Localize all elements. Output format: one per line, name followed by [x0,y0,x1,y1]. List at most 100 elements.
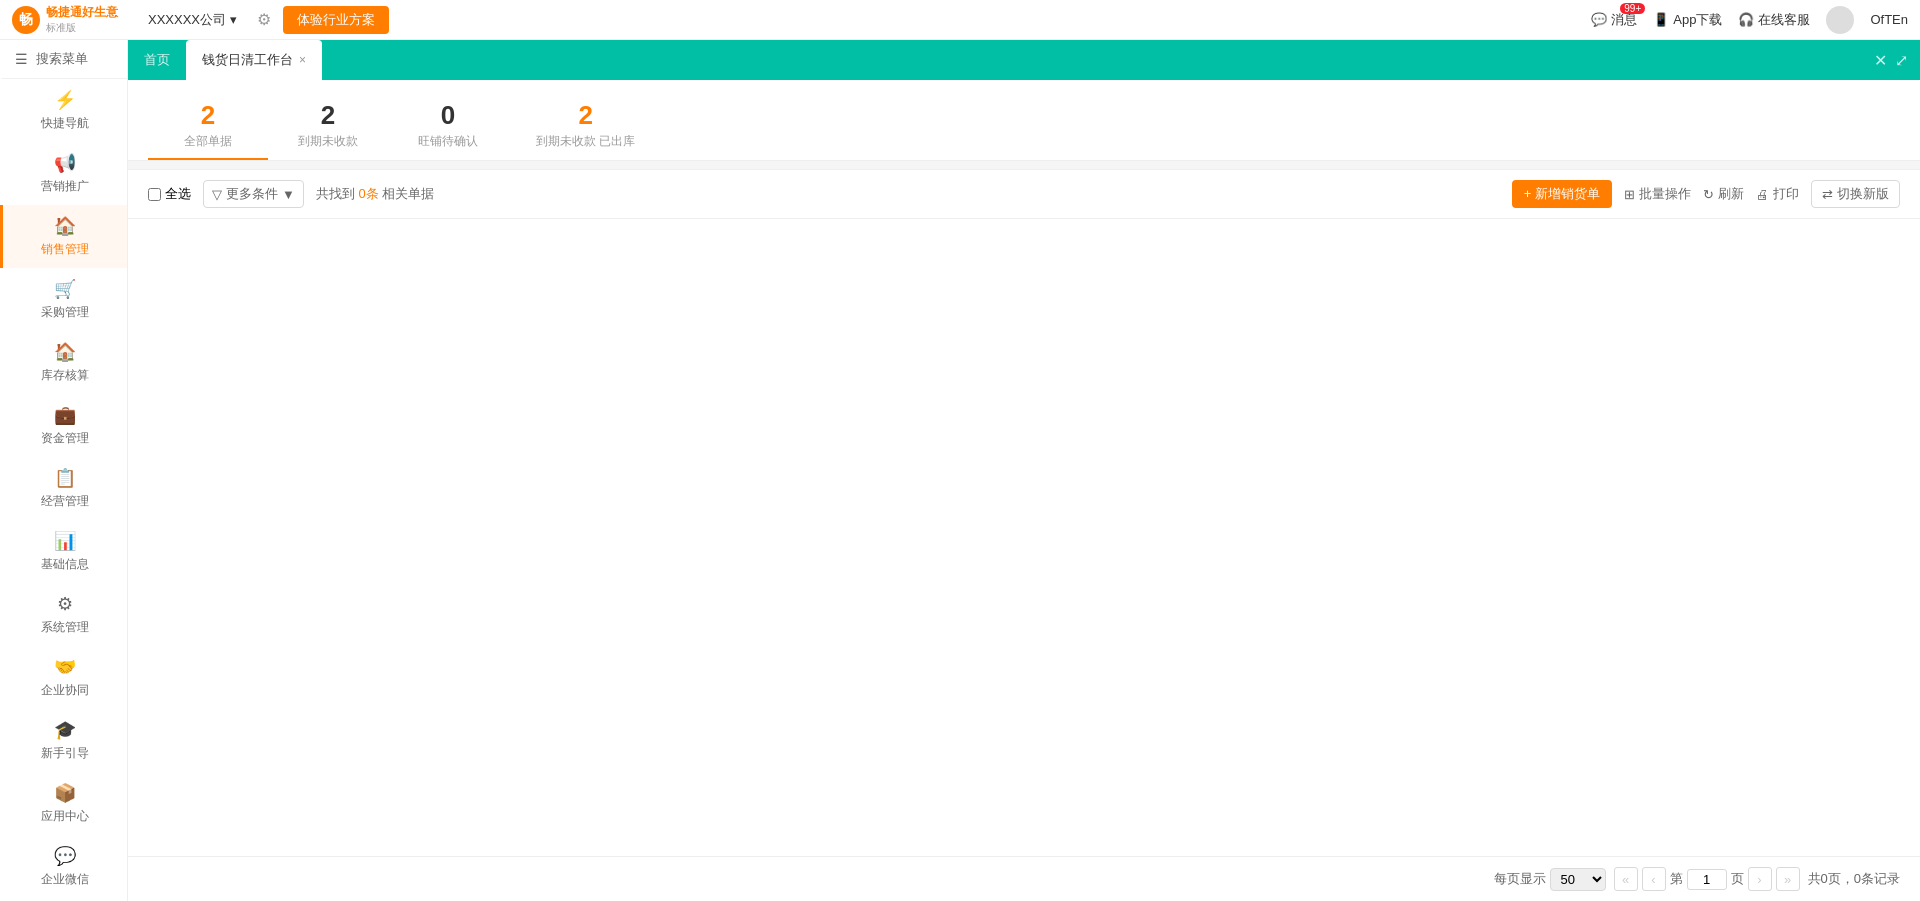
stat-tab-overdue[interactable]: 2 到期未收款 [268,92,388,160]
add-sale-button[interactable]: + 新增销货单 [1512,180,1612,208]
tab-bar-actions: ✕ ⤢ [1874,51,1920,70]
sidebar-item-sales[interactable]: 🏠 销售管理 [0,205,127,268]
sidebar-item-app-center[interactable]: 📦 应用中心 [0,772,127,835]
message-badge: 99+ [1620,3,1645,14]
batch-icon: ⊞ [1624,187,1635,202]
sidebar-item-system[interactable]: ⚙ 系统管理 [0,583,127,646]
stat-label-overdue: 到期未收款 [298,133,358,150]
tab-daily-cashflow-label: 钱货日清工作台 [202,51,293,69]
sidebar-label-sales: 销售管理 [41,241,89,258]
chevron-down-icon: ▾ [230,12,237,27]
stat-num-shipped: 2 [578,100,592,131]
print-label: 打印 [1773,185,1799,203]
batch-operation-button[interactable]: ⊞ 批量操作 [1624,185,1691,203]
select-all-checkbox[interactable]: 全选 [148,185,191,203]
tab-minimize-icon[interactable]: ✕ [1874,51,1887,70]
toolbar-left: 全选 ▽ 更多条件 ▼ 共找到 0条 相关单据 [148,180,1500,208]
stat-num-pending: 0 [441,100,455,131]
app-center-icon: 📦 [54,782,76,804]
page-number-input[interactable] [1687,869,1727,890]
top-header: 畅 畅捷通好生意 标准版 XXXXXX公司 ▾ ⚙ 体验行业方案 💬 消息 99… [0,0,1920,40]
sidebar-label-operations: 经营管理 [41,493,89,510]
next-page-button[interactable]: › [1748,867,1772,891]
stat-tab-shipped[interactable]: 2 到期未收款 已出库 [508,92,663,160]
select-all-input[interactable] [148,188,161,201]
tab-expand-icon[interactable]: ⤢ [1895,51,1908,70]
sidebar-item-operations[interactable]: 📋 经营管理 [0,457,127,520]
found-text: 共找到 0条 相关单据 [316,185,434,203]
online-service-button[interactable]: 🎧 在线客服 [1738,11,1810,29]
content-area: 首页 钱货日清工作台 × ✕ ⤢ 2 全部单据 [128,40,1920,901]
company-selector[interactable]: XXXXXX公司 ▾ [140,7,245,33]
headset-icon: 🎧 [1738,12,1754,27]
avatar[interactable] [1826,6,1854,34]
per-page-select-input[interactable]: 50 10 20 100 [1550,868,1606,891]
sidebar-label-app-center: 应用中心 [41,808,89,825]
header-left: 畅 畅捷通好生意 标准版 XXXXXX公司 ▾ ⚙ 体验行业方案 [12,4,389,35]
inventory-icon: 🏠 [54,341,76,363]
filter-icon: ▽ [212,187,222,202]
filter-label: 更多条件 [226,185,278,203]
app-download-button[interactable]: 📱 App下载 [1653,11,1722,29]
experience-button[interactable]: 体验行业方案 [283,6,389,34]
tab-bar: 首页 钱货日清工作台 × ✕ ⤢ [128,40,1920,80]
sidebar-item-basic-info[interactable]: 📊 基础信息 [0,520,127,583]
logo-line1: 畅捷通好生意 [46,4,118,21]
tab-home[interactable]: 首页 [128,40,186,80]
message-button[interactable]: 💬 消息 99+ [1591,11,1637,29]
stat-tab-all[interactable]: 2 全部单据 [148,92,268,160]
print-icon: 🖨 [1756,187,1769,202]
sidebar-item-quick-nav[interactable]: ⚡ 快捷导航 [0,79,127,142]
stat-num-overdue: 2 [321,100,335,131]
stats-wrapper: 2 全部单据 2 到期未收款 0 旺铺待确认 2 到期未收款 已出库 [128,80,1920,161]
sidebar-label-purchase: 采购管理 [41,304,89,321]
sidebar-label-beginner: 新手引导 [41,745,89,762]
sidebar-label-enterprise: 企业协同 [41,682,89,699]
total-records: 共0页，0条记录 [1808,870,1900,888]
logo-line2: 标准版 [46,21,118,35]
stat-label-pending: 旺铺待确认 [418,133,478,150]
sidebar-item-marketing[interactable]: 📢 营销推广 [0,142,127,205]
logo-area: 畅 畅捷通好生意 标准版 [12,4,132,35]
sidebar-label-inventory: 库存核算 [41,367,89,384]
sidebar-item-enterprise-wechat[interactable]: 💬 企业微信 [0,835,127,898]
toolbar-right: + 新增销货单 ⊞ 批量操作 ↻ 刷新 🖨 打印 ⇄ [1512,180,1900,208]
sidebar-label-quick-nav: 快捷导航 [41,115,89,132]
sidebar-label-marketing: 营销推广 [41,178,89,195]
stat-label-shipped: 到期未收款 已出库 [536,133,635,150]
stats-tabs: 2 全部单据 2 到期未收款 0 旺铺待确认 2 到期未收款 已出库 [148,92,1900,160]
system-icon: ⚙ [57,593,73,615]
header-right: 💬 消息 99+ 📱 App下载 🎧 在线客服 OfTEn [1591,6,1908,34]
refresh-label: 刷新 [1718,185,1744,203]
sidebar-label-basic-info: 基础信息 [41,556,89,573]
sidebar-item-beginner[interactable]: 🎓 新手引导 [0,709,127,772]
tab-close-icon[interactable]: × [299,53,306,67]
switch-label: 切换新版 [1837,185,1889,203]
last-page-button[interactable]: » [1776,867,1800,891]
stat-tab-pending[interactable]: 0 旺铺待确认 [388,92,508,160]
sidebar-item-purchase[interactable]: 🛒 采购管理 [0,268,127,331]
per-page-selector: 每页显示 50 10 20 100 [1494,868,1606,891]
beginner-icon: 🎓 [54,719,76,741]
marketing-icon: 📢 [54,152,76,174]
refresh-icon: ↻ [1703,187,1714,202]
first-page-button[interactable]: « [1614,867,1638,891]
sidebar-item-search-menu[interactable]: ☰ 搜索菜单 [0,40,127,79]
sidebar-item-inventory[interactable]: 🏠 库存核算 [0,331,127,394]
sidebar-label-finance: 资金管理 [41,430,89,447]
sidebar-label-search: 搜索菜单 [36,50,88,68]
sidebar-item-enterprise[interactable]: 🤝 企业协同 [0,646,127,709]
stat-num-all: 2 [201,100,215,131]
logo-icon: 畅 [12,6,40,34]
tab-daily-cashflow[interactable]: 钱货日清工作台 × [186,40,322,80]
wechat-icon: 💬 [54,845,76,867]
print-button[interactable]: 🖨 打印 [1756,185,1799,203]
batch-label: 批量操作 [1639,185,1691,203]
switch-version-button[interactable]: ⇄ 切换新版 [1811,180,1900,208]
sidebar-item-finance[interactable]: 💼 资金管理 [0,394,127,457]
settings-icon[interactable]: ⚙ [253,6,275,33]
prev-page-button[interactable]: ‹ [1642,867,1666,891]
filter-button[interactable]: ▽ 更多条件 ▼ [203,180,304,208]
refresh-button[interactable]: ↻ 刷新 [1703,185,1744,203]
found-prefix: 共找到 [316,186,355,201]
